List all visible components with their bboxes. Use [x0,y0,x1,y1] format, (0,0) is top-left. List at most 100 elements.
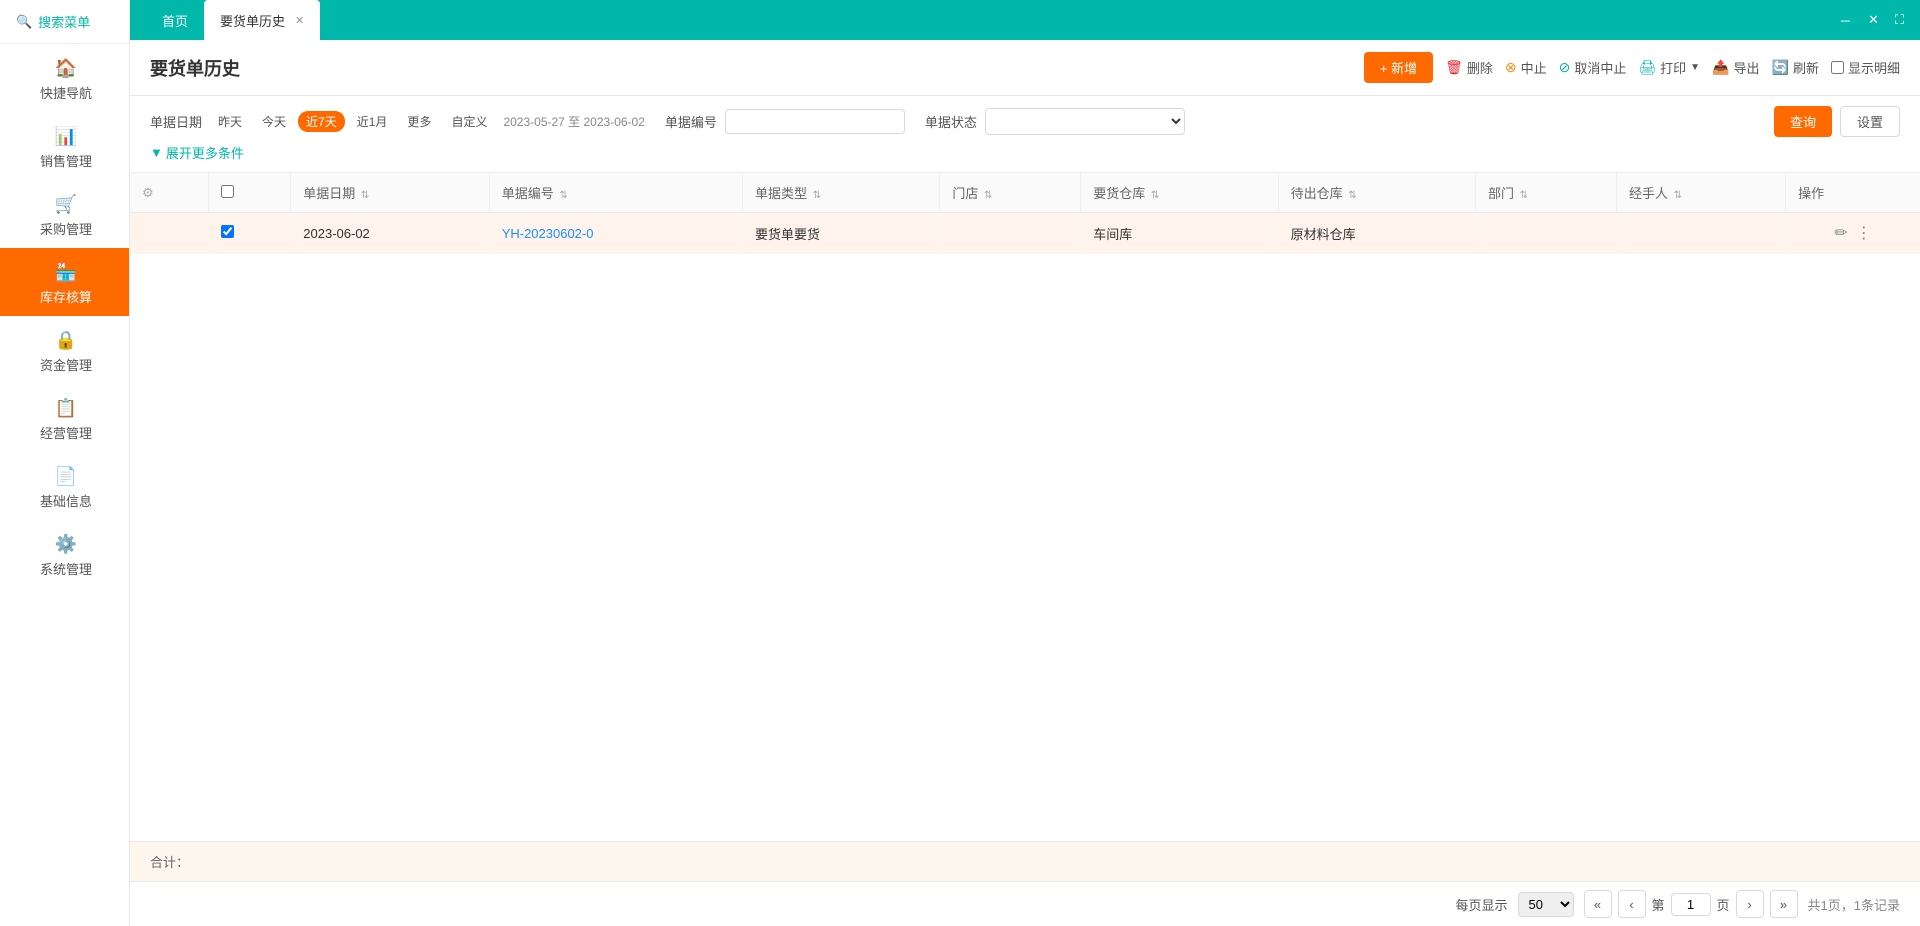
col-order_no[interactable]: 单据编号 ⇅ [489,173,742,213]
export-label: 导出 [1734,58,1760,77]
settings-button[interactable]: 设置 [1840,106,1900,137]
edit-icon-0[interactable]: ✏ [1834,223,1847,243]
order-no-link-0[interactable]: YH-20230602-0 [502,226,594,241]
last-page-button[interactable]: » [1770,890,1798,918]
cancel-stop-icon: ⊘ [1559,59,1571,76]
table-head: ⚙ 单据日期 ⇅单据编号 ⇅单据类型 ⇅门店 ⇅要货仓库 ⇅待出仓库 ⇅部门 ⇅经… [130,173,1920,213]
purchase-icon: 🛒 [55,194,77,215]
print-button[interactable]: 🖨 打印 ▼ [1638,58,1700,77]
sidebar-item-inventory[interactable]: 🏪库存核算 [0,248,129,316]
col-req_warehouse[interactable]: 要货仓库 ⇅ [1081,173,1278,213]
sidebar-item-sales[interactable]: 📊 销售管理 [0,112,129,180]
sidebar-item-system[interactable]: ⚙️ 系统管理 [0,520,129,588]
table-row[interactable]: 2023-06-02YH-20230602-0要货单要货车间库原材料仓库✏⋮ [130,213,1920,254]
delete-label: 删除 [1467,58,1493,77]
order-no-cell-0[interactable]: YH-20230602-0 [489,213,742,254]
sidebar-search[interactable]: 🔍 搜索菜单 [0,0,129,44]
refresh-button[interactable]: 🔄 刷新 [1772,58,1819,77]
print-label: 打印 [1660,58,1686,77]
per-page-select[interactable]: 2050100 [1518,892,1574,917]
sort-icon-req_warehouse: ⇅ [1151,190,1159,201]
refresh-label: 刷新 [1793,58,1819,77]
page-header: 要货单历史 + 新增 🗑 删除 ⊗ 中止 ⊘ 取消中止 [130,40,1920,96]
per-page-label: 每页显示 [1455,895,1507,914]
date-shortcut-3[interactable]: 近1月 [349,111,396,132]
page-input[interactable] [1671,893,1711,916]
display-checkbox[interactable] [1831,61,1844,74]
sidebar-item-base[interactable]: 📄基础信息 [0,452,129,520]
col-date[interactable]: 单据日期 ⇅ [291,173,489,213]
date-shortcut-1[interactable]: 今天 [254,111,294,132]
next-page-button[interactable]: › [1736,890,1764,918]
sidebar-item-home[interactable]: 🏠快捷导航 [0,44,129,112]
sidebar-item-label: 销售管理 [40,151,92,170]
base-icon: 📄 [55,466,77,487]
sidebar-item-label: 系统管理 [40,559,92,578]
sidebar-item-label: 采购管理 [40,219,92,238]
date-range-text: 2023-05-27 至 2023-06-02 [503,113,644,130]
col-action: 操作 [1786,173,1920,213]
display-toggle[interactable]: 显示明细 [1831,58,1900,77]
stop-button[interactable]: ⊗ 中止 [1505,58,1547,77]
checkbox-cell-0[interactable] [208,213,290,254]
sort-icon-date: ⇅ [361,190,369,201]
cancel-stop-button[interactable]: ⊘ 取消中止 [1559,58,1627,77]
export-button[interactable]: 📤 导出 [1712,58,1759,77]
sidebar: 🔍 搜索菜单 🏠快捷导航 📊 销售管理 🛒 采购管理 🏪库存核算🔒资金管理📋经营管理📄基础… [0,0,130,926]
date-shortcut-2[interactable]: 近7天 [298,111,345,132]
settings-cell-0[interactable] [130,213,208,254]
col-handler[interactable]: 经手人 ⇅ [1617,173,1786,213]
stop-label: 中止 [1521,58,1547,77]
tab-history[interactable]: 要货单历史✕ [204,0,320,40]
main-area: 首页要货单历史✕ OfTEn － ✕ ⛶ 要货单历史 + 新增 🗑 删除 ⊗ [130,0,1920,926]
col-store[interactable]: 门店 ⇅ [940,173,1081,213]
page-unit-label: 页 [1717,895,1730,914]
tab-close-history[interactable]: ✕ [295,14,304,27]
col-dept[interactable]: 部门 ⇅ [1476,173,1617,213]
date-shortcut-5[interactable]: 自定义 [443,111,495,132]
print-icon: 🖨 [1638,59,1656,76]
sidebar-item-operation[interactable]: 📋经营管理 [0,384,129,452]
action-cell-0[interactable]: ✏⋮ [1786,213,1920,254]
system-icon: ⚙️ [55,534,77,555]
query-button[interactable]: 查询 [1774,106,1832,137]
settings-icon[interactable]: ⚙ [142,185,154,200]
tab-home[interactable]: 首页 [146,0,204,40]
expand-more-button[interactable]: ▼ 展开更多条件 [150,143,1900,162]
col-pending_warehouse[interactable]: 待出仓库 ⇅ [1278,173,1475,213]
handler-cell-0 [1617,213,1786,254]
delete-button[interactable]: 🗑 删除 [1445,58,1493,77]
date-shortcut-4[interactable]: 更多 [399,111,439,132]
col-checkbox [208,173,290,213]
select-all-checkbox[interactable] [221,185,234,198]
maximize-button[interactable]: ⛶ [1895,12,1904,28]
pending-warehouse-cell-0: 原材料仓库 [1278,213,1475,254]
table-body: 2023-06-02YH-20230602-0要货单要货车间库原材料仓库✏⋮ [130,213,1920,254]
more-icon-0[interactable]: ⋮ [1856,223,1872,243]
print-dropdown-icon[interactable]: ▼ [1690,62,1700,73]
col-order_type[interactable]: 单据类型 ⇅ [742,173,939,213]
date-filter-group: 单据日期 昨天今天近7天近1月更多自定义 2023-05-27 至 2023-0… [150,111,645,132]
col-settings: ⚙ [130,173,208,213]
store-cell-0 [940,213,1081,254]
sidebar-item-label: 资金管理 [40,355,92,374]
cancel-stop-label: 取消中止 [1574,58,1626,77]
sort-icon-handler: ⇅ [1674,190,1682,201]
content-area: 要货单历史 + 新增 🗑 删除 ⊗ 中止 ⊘ 取消中止 [130,40,1920,926]
sidebar-item-finance[interactable]: 🔒资金管理 [0,316,129,384]
status-select[interactable] [985,108,1185,135]
order-no-input[interactable] [725,109,905,134]
display-label: 显示明细 [1848,58,1900,77]
new-button[interactable]: + 新增 [1364,52,1433,83]
date-shortcut-0[interactable]: 昨天 [210,111,250,132]
minimize-button[interactable]: － [1839,11,1852,30]
sales-icon: 📊 [55,126,77,147]
row-checkbox-0[interactable] [221,225,234,238]
prev-page-button[interactable]: ‹ [1618,890,1646,918]
goto-label: 第 [1652,895,1665,914]
status-label: 单据状态 [925,112,977,131]
table-container: ⚙ 单据日期 ⇅单据编号 ⇅单据类型 ⇅门店 ⇅要货仓库 ⇅待出仓库 ⇅部门 ⇅经… [130,173,1920,841]
first-page-button[interactable]: « [1584,890,1612,918]
close-button[interactable]: ✕ [1868,12,1879,28]
sidebar-item-purchase[interactable]: 🛒 采购管理 [0,180,129,248]
